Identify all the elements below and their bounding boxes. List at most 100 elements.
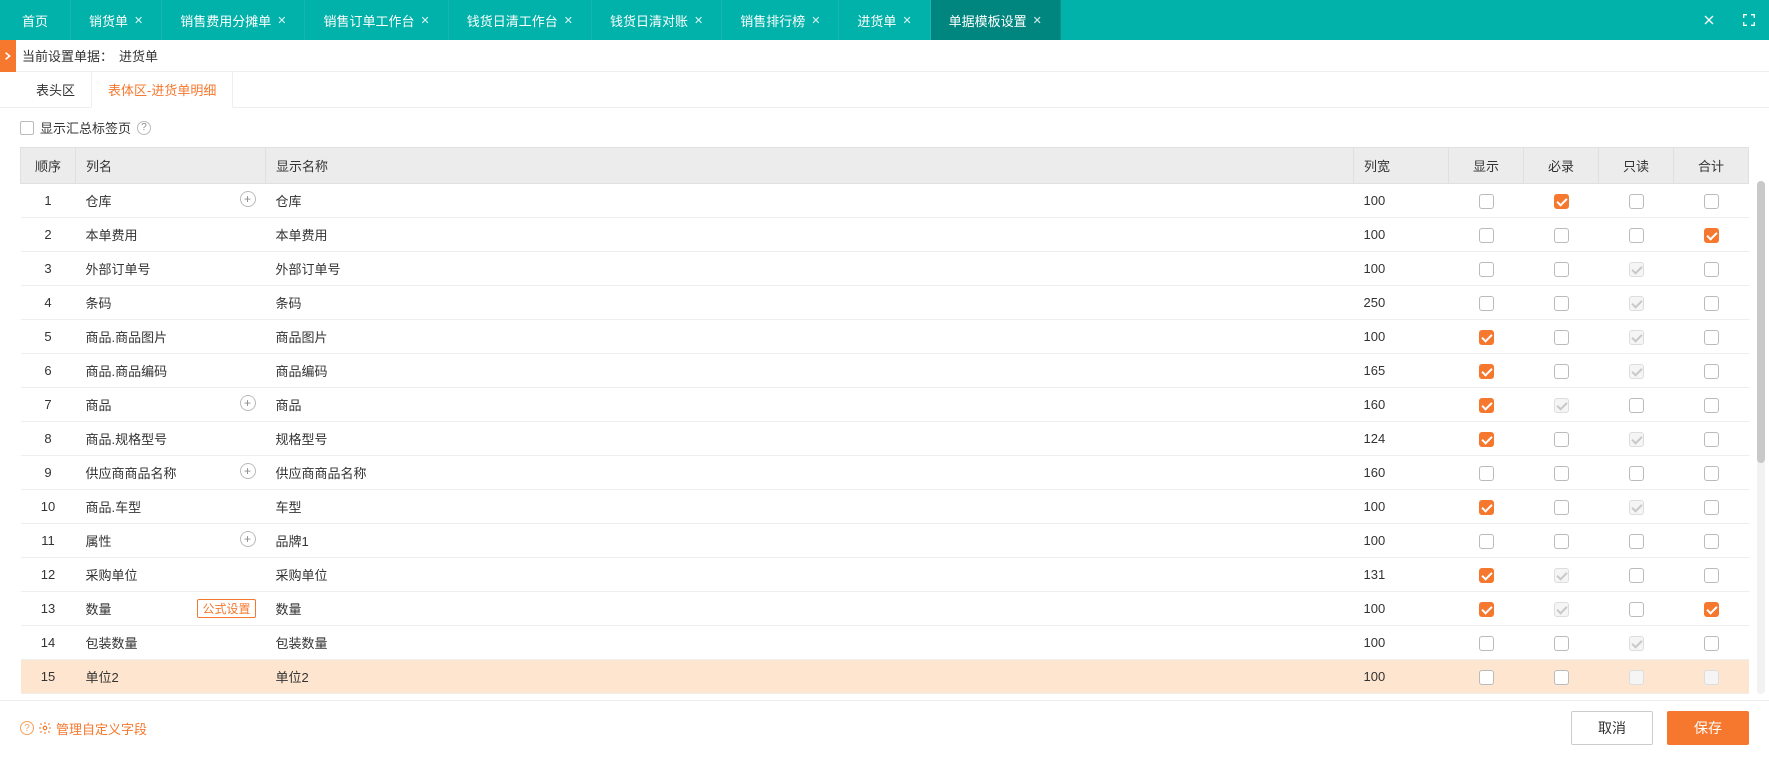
checkbox[interactable] <box>1629 228 1644 243</box>
add-icon[interactable]: + <box>240 395 256 411</box>
th-req[interactable]: 必录 <box>1524 148 1599 184</box>
table-row[interactable]: 2本单费用本单费用100 <box>21 218 1749 252</box>
table-row[interactable]: 11属性+品牌1100 <box>21 524 1749 558</box>
scrollbar-thumb[interactable] <box>1757 181 1765 463</box>
checkbox[interactable] <box>1629 602 1644 617</box>
subtab-header[interactable]: 表头区 <box>20 72 91 107</box>
table-row[interactable]: 15单位2单位2100 <box>21 660 1749 694</box>
checkbox[interactable] <box>1479 636 1494 651</box>
cell-width[interactable]: 250 <box>1354 286 1449 320</box>
th-width[interactable]: 列宽 <box>1354 148 1449 184</box>
cell-width[interactable]: 131 <box>1354 558 1449 592</box>
cell-width[interactable]: 100 <box>1354 626 1449 660</box>
checkbox[interactable] <box>1704 602 1719 617</box>
cell-width[interactable]: 165 <box>1354 354 1449 388</box>
subtab-body[interactable]: 表体区-进货单明细 <box>91 71 233 108</box>
context-expand-icon[interactable] <box>0 40 16 72</box>
checkbox[interactable] <box>1479 194 1494 209</box>
cell-width[interactable]: 100 <box>1354 490 1449 524</box>
th-ro[interactable]: 只读 <box>1599 148 1674 184</box>
checkbox[interactable] <box>1554 500 1569 515</box>
th-seq[interactable]: 顺序 <box>21 148 76 184</box>
tab-0[interactable]: 销货单✕ <box>71 0 162 40</box>
cell-display-name[interactable]: 供应商商品名称 <box>266 456 1354 490</box>
cell-width[interactable]: 160 <box>1354 388 1449 422</box>
tab-close-icon[interactable]: ✕ <box>134 14 143 27</box>
checkbox[interactable] <box>1554 228 1569 243</box>
checkbox[interactable] <box>1554 398 1569 413</box>
fullscreen-icon[interactable] <box>1729 0 1769 40</box>
summary-help-icon[interactable]: ? <box>137 121 151 135</box>
add-icon[interactable]: + <box>240 463 256 479</box>
table-row[interactable]: 4条码条码250 <box>21 286 1749 320</box>
checkbox[interactable] <box>1479 398 1494 413</box>
th-show[interactable]: 显示 <box>1449 148 1524 184</box>
checkbox[interactable] <box>1629 636 1644 651</box>
checkbox[interactable] <box>1554 602 1569 617</box>
tab-close-icon[interactable]: ✕ <box>811 14 820 27</box>
checkbox[interactable] <box>1704 228 1719 243</box>
checkbox[interactable] <box>1629 194 1644 209</box>
checkbox[interactable] <box>1554 636 1569 651</box>
manage-custom-fields-link[interactable]: 管理自定义字段 <box>56 719 147 738</box>
table-row[interactable]: 13数量公式设置数量100 <box>21 592 1749 626</box>
table-scrollbar[interactable] <box>1757 181 1765 694</box>
checkbox[interactable] <box>1629 296 1644 311</box>
checkbox[interactable] <box>1704 194 1719 209</box>
checkbox[interactable] <box>1479 364 1494 379</box>
tab-2[interactable]: 销售订单工作台✕ <box>305 0 448 40</box>
table-row[interactable]: 9供应商商品名称+供应商商品名称160 <box>21 456 1749 490</box>
checkbox[interactable] <box>1554 194 1569 209</box>
checkbox[interactable] <box>1479 228 1494 243</box>
checkbox[interactable] <box>1554 330 1569 345</box>
cell-display-name[interactable]: 本单费用 <box>266 218 1354 252</box>
cell-width[interactable]: 100 <box>1354 252 1449 286</box>
cell-width[interactable]: 100 <box>1354 660 1449 694</box>
cell-display-name[interactable]: 商品 <box>266 388 1354 422</box>
cell-width[interactable]: 100 <box>1354 184 1449 218</box>
checkbox[interactable] <box>1629 330 1644 345</box>
checkbox[interactable] <box>1629 670 1644 685</box>
tab-1[interactable]: 销售费用分摊单✕ <box>162 0 305 40</box>
checkbox[interactable] <box>1704 432 1719 447</box>
cell-width[interactable]: 100 <box>1354 320 1449 354</box>
tab-5[interactable]: 销售排行榜✕ <box>722 0 839 40</box>
tab-home[interactable]: 首页 <box>0 0 71 40</box>
cell-display-name[interactable]: 品牌1 <box>266 524 1354 558</box>
table-row[interactable]: 12采购单位采购单位131 <box>21 558 1749 592</box>
cell-display-name[interactable]: 包装数量 <box>266 626 1354 660</box>
table-row[interactable]: 10商品.车型车型100 <box>21 490 1749 524</box>
tab-6[interactable]: 进货单✕ <box>839 0 930 40</box>
checkbox[interactable] <box>1629 466 1644 481</box>
tab-close-icon[interactable]: ✕ <box>902 14 911 27</box>
checkbox[interactable] <box>1629 398 1644 413</box>
cell-display-name[interactable]: 单位2 <box>266 660 1354 694</box>
table-row[interactable]: 8商品.规格型号规格型号124 <box>21 422 1749 456</box>
checkbox[interactable] <box>1629 534 1644 549</box>
add-icon[interactable]: + <box>240 531 256 547</box>
checkbox[interactable] <box>1704 330 1719 345</box>
formula-tag[interactable]: 公式设置 <box>197 599 255 618</box>
checkbox[interactable] <box>1704 500 1719 515</box>
tab-3[interactable]: 钱货日清工作台✕ <box>449 0 592 40</box>
checkbox[interactable] <box>1554 534 1569 549</box>
checkbox[interactable] <box>1704 568 1719 583</box>
checkbox[interactable] <box>1629 364 1644 379</box>
tab-close-icon[interactable]: ✕ <box>694 14 703 27</box>
checkbox[interactable] <box>1704 296 1719 311</box>
cell-display-name[interactable]: 数量 <box>266 592 1354 626</box>
cell-display-name[interactable]: 仓库 <box>266 184 1354 218</box>
checkbox[interactable] <box>1629 432 1644 447</box>
th-disp[interactable]: 显示名称 <box>266 148 1354 184</box>
checkbox[interactable] <box>1554 568 1569 583</box>
table-row[interactable]: 7商品+商品160 <box>21 388 1749 422</box>
table-row[interactable]: 14包装数量包装数量100 <box>21 626 1749 660</box>
tab-7[interactable]: 单据模板设置✕ <box>931 0 1061 40</box>
checkbox[interactable] <box>1629 568 1644 583</box>
cell-display-name[interactable]: 条码 <box>266 286 1354 320</box>
checkbox[interactable] <box>1479 534 1494 549</box>
checkbox[interactable] <box>1629 500 1644 515</box>
save-button[interactable]: 保存 <box>1667 711 1749 745</box>
cell-display-name[interactable]: 外部订单号 <box>266 252 1354 286</box>
gear-icon[interactable] <box>38 721 52 735</box>
